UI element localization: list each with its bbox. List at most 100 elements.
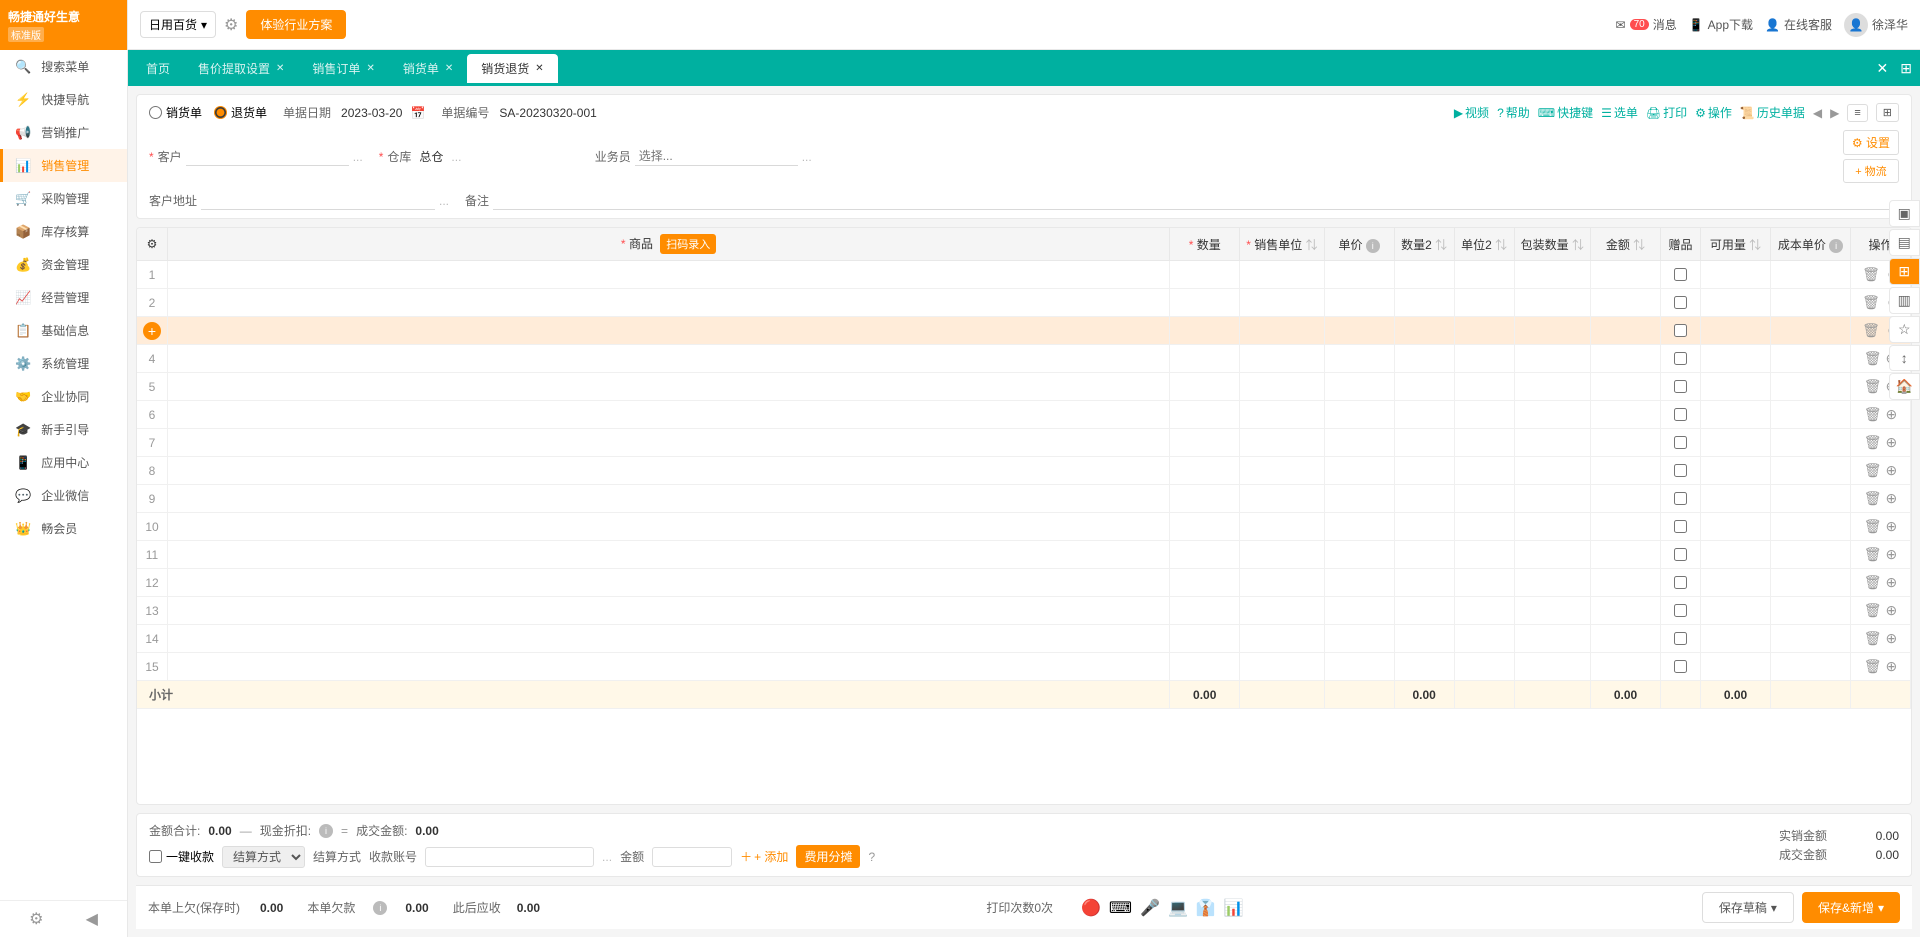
- address-input[interactable]: [201, 191, 435, 210]
- account-input[interactable]: [425, 847, 594, 867]
- sidebar-item-inventory[interactable]: 📦 库存核算: [0, 215, 127, 248]
- tab-price-settings-close[interactable]: ✕: [276, 63, 284, 74]
- tab-sales-delivery[interactable]: 销货单 ✕: [389, 54, 467, 83]
- pkg-cell[interactable]: [1514, 261, 1590, 289]
- price-cell[interactable]: [1324, 261, 1394, 289]
- unit2-cell[interactable]: [1454, 317, 1514, 345]
- customer-input[interactable]: [186, 147, 349, 166]
- delete-row-btn[interactable]: 🗑: [1862, 602, 1884, 619]
- price-cell[interactable]: [1324, 289, 1394, 317]
- gift-checkbox[interactable]: [1674, 492, 1687, 505]
- sidebar-item-basic[interactable]: 📋 基础信息: [0, 314, 127, 347]
- qty2-cell[interactable]: [1394, 261, 1454, 289]
- product-cell-active[interactable]: [168, 317, 1170, 345]
- copy-row-btn[interactable]: ⊕: [1884, 574, 1900, 591]
- tab-sales-return[interactable]: 销货退货 ✕: [467, 54, 557, 83]
- gift-checkbox[interactable]: [1674, 324, 1687, 337]
- sidebar-item-newbie[interactable]: 🎓 新手引导: [0, 413, 127, 446]
- amount-input[interactable]: [652, 847, 732, 867]
- gift-checkbox[interactable]: [1674, 660, 1687, 673]
- product-input-active[interactable]: [174, 324, 1163, 338]
- gift-checkbox[interactable]: [1674, 520, 1687, 533]
- customer-dots[interactable]: ...: [353, 150, 363, 164]
- tab-sales-order-close[interactable]: ✕: [366, 63, 374, 74]
- copy-row-btn[interactable]: ⊕: [1884, 630, 1900, 647]
- copy-row-btn[interactable]: ⊕: [1884, 546, 1900, 563]
- tab-sales-delivery-close[interactable]: ✕: [445, 63, 453, 74]
- notification-item[interactable]: ✉ 70 消息: [1616, 16, 1677, 33]
- avail-cell[interactable]: [1701, 317, 1771, 345]
- sidebar-item-sales[interactable]: 📊 销售管理: [0, 149, 127, 182]
- product-input[interactable]: [174, 268, 1163, 282]
- barcode-btn[interactable]: 扫码录入: [660, 234, 716, 254]
- taskbar-icon-3[interactable]: 🎤: [1140, 898, 1160, 918]
- fee-btn[interactable]: 费用分摊: [796, 845, 860, 868]
- nav-prev-icon[interactable]: ◀: [1813, 106, 1822, 120]
- sidebar-item-wechat[interactable]: 💬 企业微信: [0, 479, 127, 512]
- amount-cell[interactable]: [1591, 261, 1661, 289]
- tab-home[interactable]: 首页: [132, 54, 184, 83]
- radio-return[interactable]: 退货单: [214, 104, 267, 121]
- list-view-btn[interactable]: ≡: [1847, 104, 1867, 122]
- qty-cell[interactable]: [1170, 261, 1240, 289]
- col-unit2-sort-icon[interactable]: ⇅: [1495, 238, 1507, 252]
- select-btn[interactable]: ☰ 选单: [1601, 104, 1638, 121]
- gift-checkbox[interactable]: [1674, 380, 1687, 393]
- cost-cell[interactable]: [1771, 261, 1851, 289]
- user-item[interactable]: 👤 徐泽华: [1844, 13, 1908, 37]
- radio-sales[interactable]: 销货单: [149, 104, 202, 121]
- col-amount-sort-icon[interactable]: ⇅: [1633, 238, 1645, 252]
- salesperson-dots[interactable]: ...: [802, 150, 812, 164]
- warehouse-dots[interactable]: ...: [451, 150, 461, 164]
- unit2-cell[interactable]: [1454, 289, 1514, 317]
- tab-close-all-btn[interactable]: ✕: [1873, 58, 1893, 79]
- delete-row-btn[interactable]: 🗑: [1862, 574, 1884, 591]
- tab-sales-order[interactable]: 销售订单 ✕: [298, 54, 388, 83]
- taskbar-icon-1[interactable]: 🔴: [1081, 898, 1101, 918]
- sidebar-item-vip[interactable]: 👑 畅会员: [0, 512, 127, 545]
- print-btn[interactable]: 🖨 打印: [1646, 104, 1687, 121]
- save-draft-btn[interactable]: 保存草稿 ▾: [1702, 892, 1794, 923]
- sidebar-item-appstore[interactable]: 📱 应用中心: [0, 446, 127, 479]
- gift-checkbox[interactable]: [1674, 408, 1687, 421]
- sidebar-item-purchase[interactable]: 🛒 采购管理: [0, 182, 127, 215]
- float-btn-5[interactable]: ☆: [1889, 316, 1920, 343]
- gift-checkbox[interactable]: [1674, 464, 1687, 477]
- unit2-cell[interactable]: [1454, 261, 1514, 289]
- float-btn-1[interactable]: ▣: [1889, 200, 1920, 227]
- float-btn-7[interactable]: 🏠: [1889, 373, 1920, 400]
- address-dots[interactable]: ...: [439, 194, 449, 208]
- settings-gear-icon[interactable]: ⚙: [224, 15, 238, 35]
- delete-row-btn[interactable]: 🗑: [1862, 434, 1884, 451]
- qty-cell[interactable]: [1170, 289, 1240, 317]
- float-btn-6[interactable]: ↕: [1889, 345, 1920, 371]
- copy-row-btn[interactable]: ⊕: [1884, 602, 1900, 619]
- delete-row-btn[interactable]: 🗑: [1862, 378, 1884, 395]
- taskbar-icon-5[interactable]: 👔: [1196, 898, 1216, 918]
- radio-return-input[interactable]: [214, 106, 227, 119]
- discount-info-icon[interactable]: i: [319, 824, 333, 838]
- float-btn-3[interactable]: ⊞: [1889, 258, 1920, 285]
- sidebar-item-marketing[interactable]: 📢 营销推广: [0, 116, 127, 149]
- online-service-item[interactable]: 👤 在线客服: [1765, 16, 1832, 33]
- tab-price-settings[interactable]: 售价提取设置 ✕: [184, 54, 298, 83]
- gift-cell[interactable]: [1661, 317, 1701, 345]
- col-cost-info-icon[interactable]: i: [1829, 239, 1843, 253]
- copy-row-btn[interactable]: ⊕: [1884, 462, 1900, 479]
- col-unit-sort-icon[interactable]: ⇅: [1306, 238, 1318, 252]
- history-btn[interactable]: 📜 历史单据: [1740, 104, 1805, 121]
- help-btn[interactable]: ? 帮助: [1497, 104, 1530, 121]
- gift-checkbox[interactable]: [1674, 436, 1687, 449]
- col-price-info-icon[interactable]: i: [1366, 239, 1380, 253]
- gift-checkbox[interactable]: [1674, 604, 1687, 617]
- logistics-btn[interactable]: + 物流: [1843, 159, 1899, 183]
- gift-cell[interactable]: [1661, 289, 1701, 317]
- tab-layout-btn[interactable]: ⊞: [1896, 58, 1916, 79]
- delete-row-btn[interactable]: 🗑: [1862, 518, 1884, 535]
- add-row-btn[interactable]: +: [143, 322, 161, 340]
- experience-btn[interactable]: 体验行业方案: [246, 10, 346, 39]
- sidebar-item-system[interactable]: ⚙️ 系统管理: [0, 347, 127, 380]
- delete-row-btn[interactable]: 🗑: [1862, 406, 1884, 423]
- operate-btn[interactable]: ⚙ 操作: [1695, 104, 1732, 121]
- amount-cell[interactable]: [1591, 317, 1661, 345]
